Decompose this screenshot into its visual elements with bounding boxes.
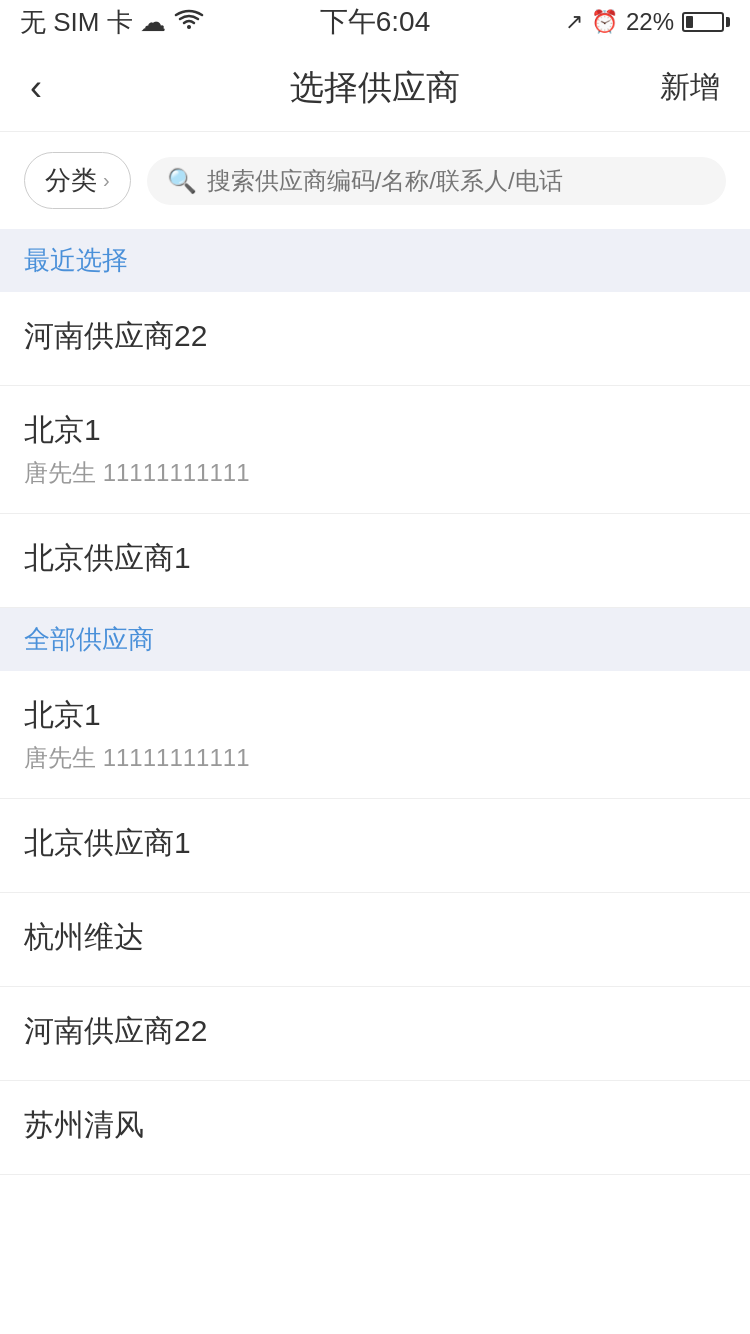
item-sub: 唐先生 11111111111	[24, 457, 726, 489]
wifi-icon	[174, 7, 204, 38]
list-item[interactable]: 北京1 唐先生 11111111111	[0, 671, 750, 799]
item-name: 杭州维达	[24, 917, 726, 958]
all-items-list: 北京1 唐先生 11111111111 北京供应商1 杭州维达河南供应商22 苏州清风	[0, 671, 750, 1175]
search-box: 🔍	[147, 157, 726, 205]
add-button[interactable]: 新增	[660, 67, 720, 108]
recent-items-list: 河南供应商22 北京1 唐先生 11111111111 北京供应商1	[0, 292, 750, 608]
list-item[interactable]: 河南供应商22	[0, 292, 750, 386]
all-section-header: 全部供应商	[0, 608, 750, 671]
location-icon: ↗	[565, 9, 583, 35]
recent-section-label: 最近选择	[24, 245, 128, 275]
item-name: 北京1	[24, 410, 726, 451]
list-item[interactable]: 苏州清风	[0, 1081, 750, 1175]
status-right: ↗ ⏰ 22%	[565, 8, 730, 36]
filter-bar: 分类 › 🔍	[0, 132, 750, 229]
back-button[interactable]: ‹	[30, 67, 90, 109]
item-name: 河南供应商22	[24, 1011, 726, 1052]
category-filter-button[interactable]: 分类 ›	[24, 152, 131, 209]
status-bar: 无 SIM 卡 ☁ 下午6:04 ↗ ⏰ 22%	[0, 0, 750, 44]
nav-bar: ‹ 选择供应商 新增	[0, 44, 750, 132]
list-item[interactable]: 北京供应商1	[0, 514, 750, 608]
status-time: 下午6:04	[320, 3, 431, 41]
page-title: 选择供应商	[290, 65, 460, 111]
search-icon: 🔍	[167, 167, 197, 195]
item-name: 苏州清风	[24, 1105, 726, 1146]
item-sub: 唐先生 11111111111	[24, 742, 726, 774]
recent-section-header: 最近选择	[0, 229, 750, 292]
list-item[interactable]: 北京1 唐先生 11111111111	[0, 386, 750, 514]
status-left: 无 SIM 卡 ☁	[20, 5, 204, 40]
item-name: 北京供应商1	[24, 823, 726, 864]
list-item[interactable]: 河南供应商22	[0, 987, 750, 1081]
battery-percent: 22%	[626, 8, 674, 36]
alarm-icon: ⏰	[591, 9, 618, 35]
search-input[interactable]	[207, 167, 706, 195]
chevron-right-icon: ›	[103, 169, 110, 192]
item-name: 北京供应商1	[24, 538, 726, 579]
category-label: 分类	[45, 163, 97, 198]
item-name: 河南供应商22	[24, 316, 726, 357]
list-item[interactable]: 杭州维达	[0, 893, 750, 987]
all-section-label: 全部供应商	[24, 624, 154, 654]
no-sim-text: 无 SIM 卡 ☁	[20, 5, 166, 40]
list-item[interactable]: 北京供应商1	[0, 799, 750, 893]
battery-icon	[682, 12, 730, 32]
item-name: 北京1	[24, 695, 726, 736]
svg-point-0	[187, 25, 191, 29]
